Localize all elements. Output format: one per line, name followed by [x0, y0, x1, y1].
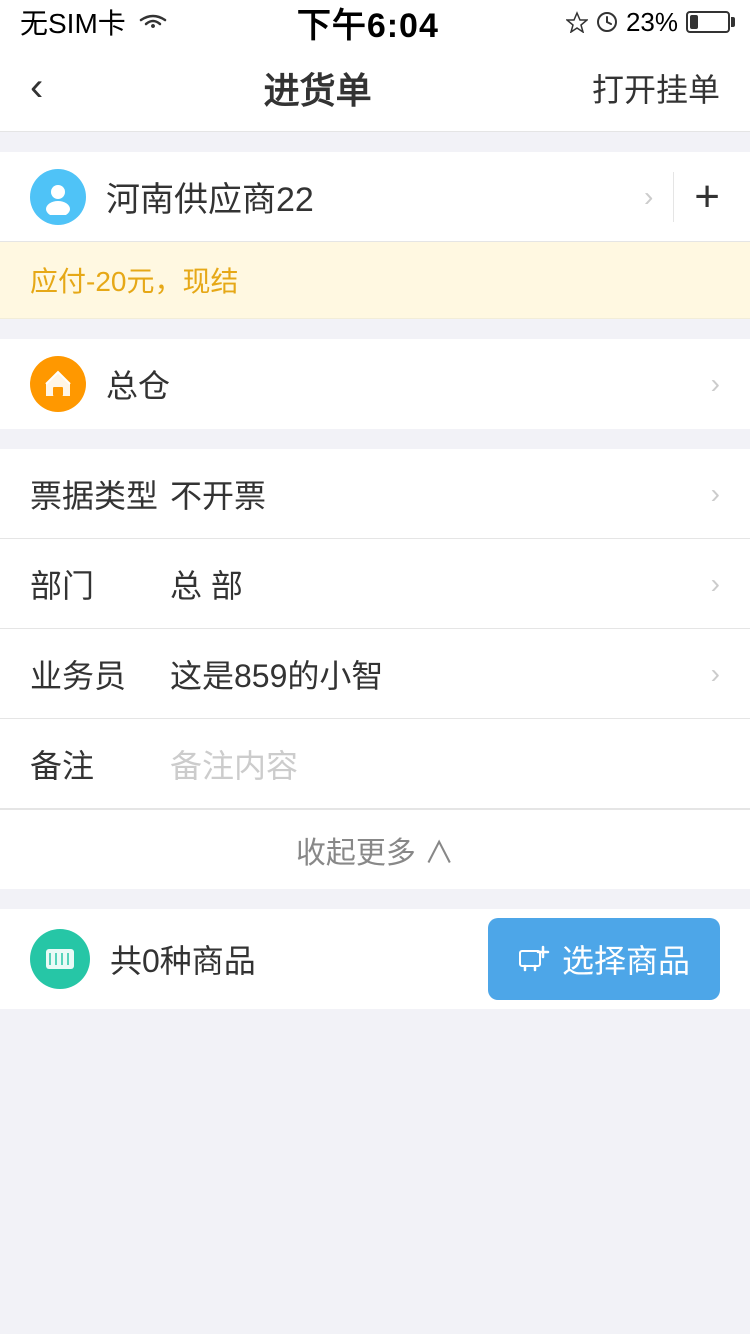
salesperson-value: 这是859的小智 [170, 651, 711, 697]
salesperson-row[interactable]: 业务员 这是859的小智 › [0, 629, 750, 719]
battery-percent: 23% [626, 7, 678, 38]
select-product-button[interactable]: 选择商品 [488, 918, 720, 1000]
invoice-type-label: 票据类型 [30, 471, 170, 517]
supplier-divider [673, 172, 674, 222]
salesperson-chevron: › [711, 658, 720, 690]
battery-icon [686, 11, 730, 33]
status-bar: 无SIM卡 下午6:04 23% [0, 0, 750, 44]
add-supplier-button[interactable]: + [694, 175, 720, 219]
invoice-type-row[interactable]: 票据类型 不开票 › [0, 449, 750, 539]
supplier-section: 河南供应商22 › + 应付-20元，现结 [0, 152, 750, 319]
battery-fill [690, 15, 698, 29]
location-icon [566, 11, 588, 33]
cart-icon [42, 941, 78, 977]
remark-row[interactable]: 备注 备注内容 [0, 719, 750, 809]
form-section: 票据类型 不开票 › 部门 总 部 › 业务员 这是859的小智 › 备注 备注… [0, 449, 750, 889]
supplier-avatar [30, 169, 86, 225]
department-row[interactable]: 部门 总 部 › [0, 539, 750, 629]
cart-add-icon [518, 943, 550, 975]
select-product-label: 选择商品 [562, 936, 690, 982]
salesperson-label: 业务员 [30, 651, 170, 697]
department-label: 部门 [30, 561, 170, 607]
page-title: 进货单 [264, 62, 372, 114]
warehouse-chevron: › [711, 368, 720, 400]
product-icon [30, 929, 90, 989]
section-gap-3 [0, 429, 750, 449]
section-gap-1 [0, 132, 750, 152]
status-right: 23% [566, 7, 730, 38]
warehouse-icon [30, 356, 86, 412]
notice-text: 应付-20元，现结 [30, 266, 238, 297]
collapse-button[interactable]: 收起更多 ∧ [0, 809, 750, 889]
notice-bar: 应付-20元，现结 [0, 242, 750, 319]
product-bar: 共0种商品 选择商品 [0, 909, 750, 1009]
back-button[interactable]: ‹ [30, 65, 43, 110]
remark-value: 备注内容 [170, 741, 720, 787]
section-gap-2 [0, 319, 750, 339]
status-left: 无SIM卡 [20, 2, 170, 42]
nav-bar: ‹ 进货单 打开挂单 [0, 44, 750, 132]
department-chevron: › [711, 568, 720, 600]
warehouse-name: 总仓 [106, 361, 711, 407]
invoice-type-value: 不开票 [170, 471, 711, 517]
product-count: 共0种商品 [110, 936, 488, 982]
open-pending-button[interactable]: 打开挂单 [592, 65, 720, 111]
warehouse-section: 总仓 › [0, 339, 750, 429]
department-value: 总 部 [170, 561, 711, 607]
warehouse-row[interactable]: 总仓 › [0, 339, 750, 429]
status-time: 下午6:04 [297, 0, 439, 47]
carrier-label: 无SIM卡 [20, 2, 126, 42]
house-svg [42, 368, 74, 400]
supplier-name: 河南供应商22 [106, 172, 644, 221]
clock-icon [596, 11, 618, 33]
collapse-label: 收起更多 ∧ [296, 828, 454, 872]
invoice-type-chevron: › [711, 478, 720, 510]
supplier-row[interactable]: 河南供应商22 › + [0, 152, 750, 242]
person-icon [40, 179, 76, 215]
wifi-icon [136, 10, 170, 34]
supplier-chevron: › [644, 181, 653, 213]
remark-label: 备注 [30, 741, 170, 787]
